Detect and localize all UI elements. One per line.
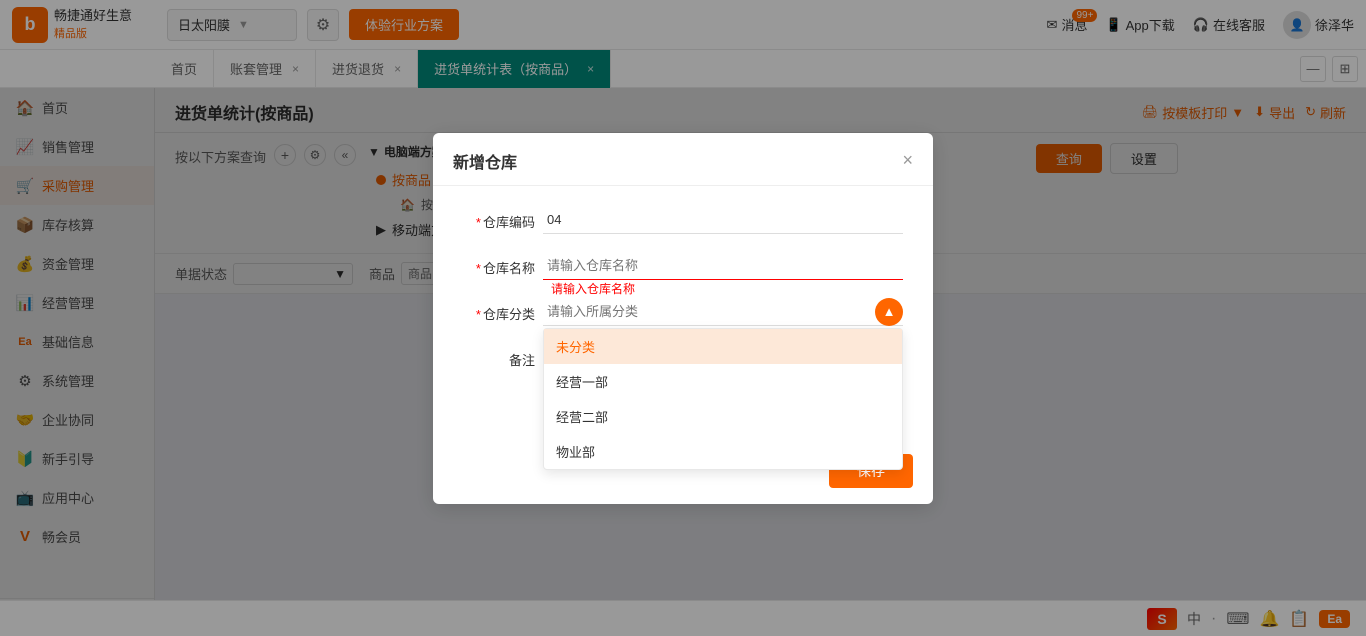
warehouse-name-error: 请输入仓库名称 xyxy=(551,280,635,297)
category-dropdown: 未分类 经营一部 经营二部 物业部 xyxy=(543,328,903,470)
modal-close-button[interactable]: × xyxy=(902,150,913,171)
modal-overlay: 新增仓库 × 仓库编码 仓库名称 请输入仓库名称 仓库分类 xyxy=(0,0,1366,636)
form-code-label: 仓库编码 xyxy=(463,206,543,231)
form-name-label: 仓库名称 xyxy=(463,252,543,277)
category-arrow-btn[interactable]: ▲ xyxy=(875,298,903,326)
dropdown-item-op1[interactable]: 经营一部 xyxy=(544,364,902,399)
dropdown-item-property[interactable]: 物业部 xyxy=(544,434,902,469)
warehouse-code-input[interactable] xyxy=(543,206,903,234)
category-arrow-up-icon: ▲ xyxy=(875,298,903,326)
dropdown-item-op2[interactable]: 经营二部 xyxy=(544,399,902,434)
modal-header: 新增仓库 × xyxy=(433,133,933,186)
modal-new-warehouse: 新增仓库 × 仓库编码 仓库名称 请输入仓库名称 仓库分类 xyxy=(433,133,933,504)
form-category-label: 仓库分类 xyxy=(463,298,543,323)
warehouse-name-input[interactable] xyxy=(543,252,903,280)
warehouse-category-input[interactable] xyxy=(543,298,903,326)
form-row-name: 仓库名称 请输入仓库名称 xyxy=(463,252,903,280)
form-row-category: 仓库分类 ▲ 未分类 经营一部 经营二部 物业部 xyxy=(463,298,903,326)
modal-body: 仓库编码 仓库名称 请输入仓库名称 仓库分类 ▲ xyxy=(433,186,933,442)
dropdown-item-unclassified[interactable]: 未分类 xyxy=(544,329,902,364)
form-remark-label: 备注 xyxy=(463,344,543,369)
warehouse-category-wrapper: ▲ 未分类 经营一部 经营二部 物业部 xyxy=(543,298,903,326)
modal-title: 新增仓库 xyxy=(453,149,517,173)
form-row-code: 仓库编码 xyxy=(463,206,903,234)
